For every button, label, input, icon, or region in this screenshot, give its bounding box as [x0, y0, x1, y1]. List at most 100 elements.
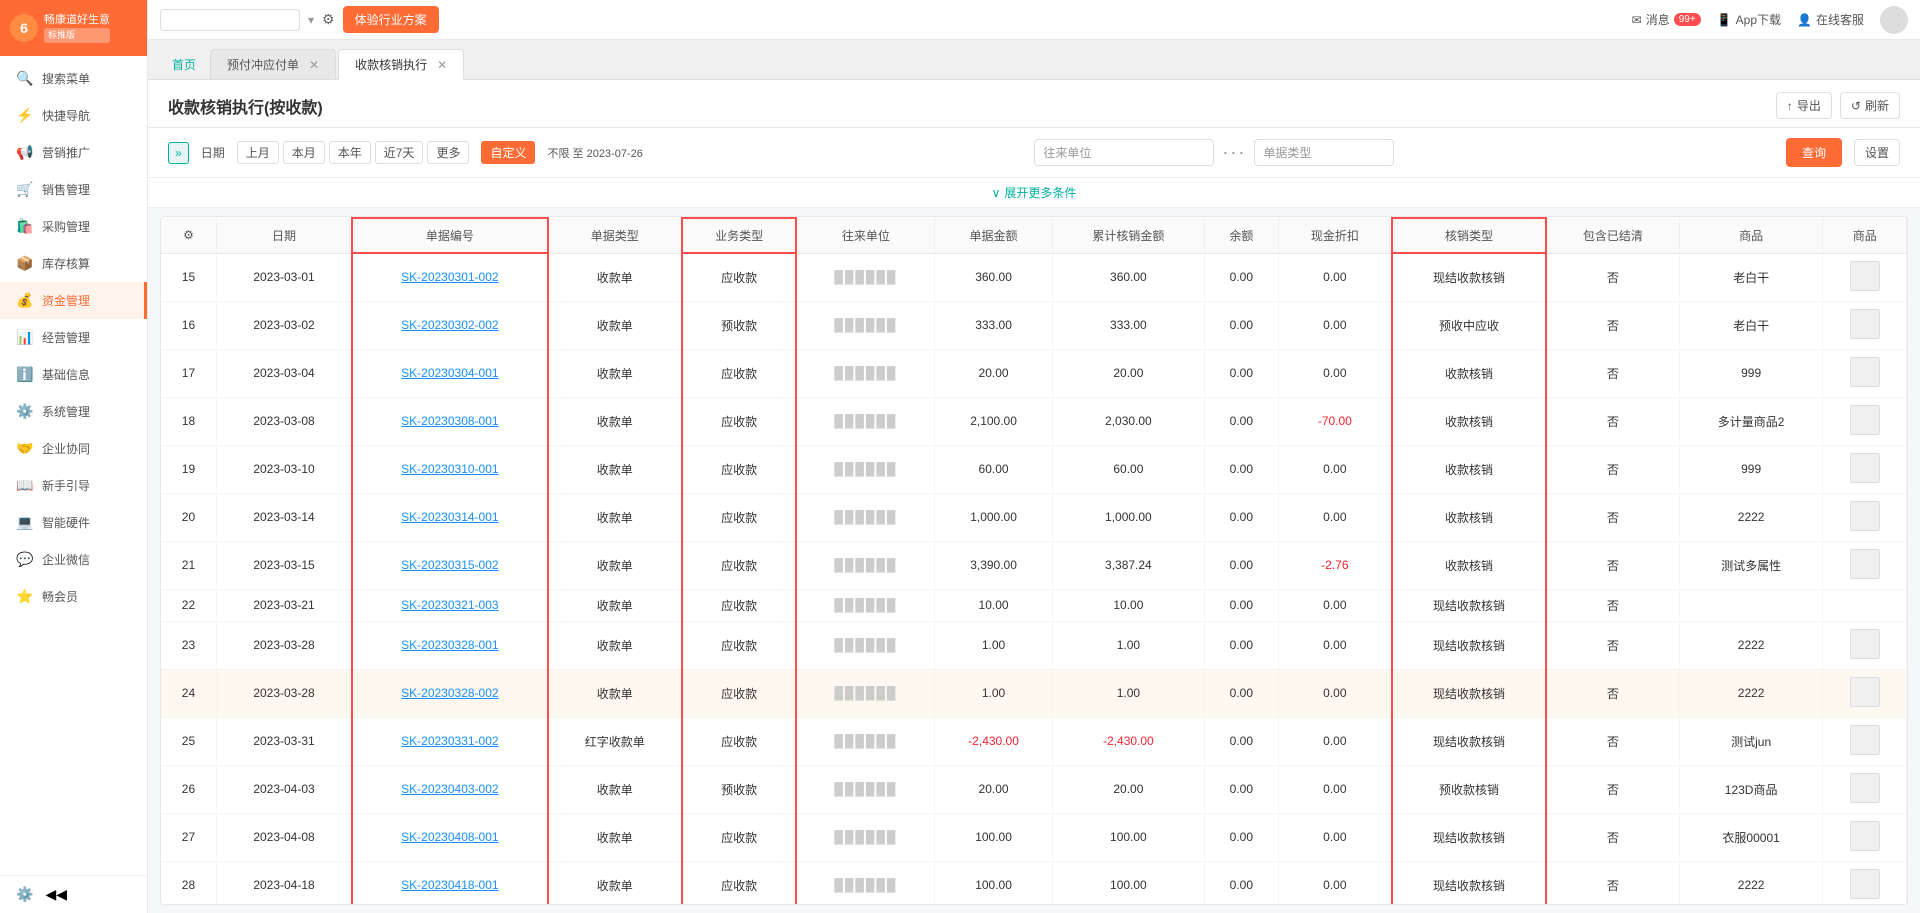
filter-bar: » 日期 上月本月本年近7天更多 自定义 不限 至 2023-07-26 往来单…: [148, 128, 1920, 178]
bill-no-link[interactable]: SK-20230403-002: [401, 782, 498, 796]
row-discount: 0.00: [1278, 349, 1392, 397]
date-buttons: 上月本月本年近7天更多: [237, 141, 470, 164]
bill-no-link[interactable]: SK-20230302-002: [401, 318, 498, 332]
bill-no-link[interactable]: SK-20230328-002: [401, 686, 498, 700]
bill-no-link[interactable]: SK-20230308-001: [401, 414, 498, 428]
sidebar-item-企业微信[interactable]: 💬企业微信: [0, 541, 147, 578]
app-download-group[interactable]: 📱 App下载: [1717, 11, 1781, 28]
bill-no-link[interactable]: SK-20230418-001: [401, 878, 498, 892]
row-bill-no[interactable]: SK-20230314-001: [352, 493, 548, 541]
sidebar-label: 库存核算: [42, 255, 90, 272]
row-product: 老白干: [1679, 301, 1823, 349]
collapse-icon[interactable]: ◀◀: [45, 886, 67, 903]
sidebar-item-搜索菜单[interactable]: 🔍搜索菜单: [0, 60, 147, 97]
row-bill-no[interactable]: SK-20230328-002: [352, 669, 548, 717]
row-bill-no[interactable]: SK-20230328-001: [352, 621, 548, 669]
row-balance: 0.00: [1205, 445, 1279, 493]
row-bill-no[interactable]: SK-20230403-002: [352, 765, 548, 813]
row-bill-no[interactable]: SK-20230408-001: [352, 813, 548, 861]
row-bill-no[interactable]: SK-20230315-002: [352, 541, 548, 589]
tab-2[interactable]: 收款核销执行✕: [338, 49, 464, 80]
bill-no-link[interactable]: SK-20230331-002: [401, 734, 498, 748]
row-bill-no[interactable]: SK-20230301-002: [352, 253, 548, 301]
filter-toggle-button[interactable]: »: [168, 142, 189, 164]
row-bill-no[interactable]: SK-20230308-001: [352, 397, 548, 445]
bill-no-link[interactable]: SK-20230328-001: [401, 638, 498, 652]
sidebar-item-系统管理[interactable]: ⚙️系统管理: [0, 393, 147, 430]
col-header-0: ⚙: [161, 218, 216, 253]
bill-no-link[interactable]: SK-20230314-001: [401, 510, 498, 524]
table-row: 192023-03-10SK-20230310-001收款单应收款██████6…: [161, 445, 1907, 493]
row-verify-type: 预收款核销: [1392, 765, 1546, 813]
sidebar-icon: 💻: [16, 514, 34, 531]
row-date: 2023-03-01: [216, 253, 352, 301]
date-btn-本年[interactable]: 本年: [329, 141, 371, 164]
sidebar-item-资金管理[interactable]: 💰资金管理: [0, 282, 147, 319]
row-unit: ██████: [796, 717, 934, 765]
row-bill-no[interactable]: SK-20230418-001: [352, 861, 548, 905]
row-biz-type: 应收款: [682, 813, 797, 861]
row-bill-no[interactable]: SK-20230302-002: [352, 301, 548, 349]
bill-no-link[interactable]: SK-20230408-001: [401, 830, 498, 844]
refresh-button[interactable]: ↺ 刷新: [1840, 92, 1900, 119]
table-container[interactable]: ⚙日期单据编号单据类型业务类型往来单位单据金额累计核销金额余额现金折扣核销类型包…: [160, 216, 1908, 905]
row-bill-no[interactable]: SK-20230304-001: [352, 349, 548, 397]
sidebar-item-营销推广[interactable]: 📢营销推广: [0, 134, 147, 171]
topbar-gear-icon[interactable]: ⚙: [322, 11, 335, 28]
query-button[interactable]: 查询: [1786, 138, 1842, 167]
bill-no-link[interactable]: SK-20230301-002: [401, 270, 498, 284]
industry-solution-button[interactable]: 体验行业方案: [343, 6, 439, 33]
row-verify-type: 现结收款核销: [1392, 253, 1546, 301]
topbar-dropdown-icon[interactable]: ▾: [308, 13, 314, 27]
row-bill-no[interactable]: SK-20230321-003: [352, 589, 548, 621]
row-bill-no[interactable]: SK-20230310-001: [352, 445, 548, 493]
tab-close-1[interactable]: ✕: [309, 58, 319, 72]
filter-settings-button[interactable]: 设置: [1854, 139, 1900, 166]
bill-no-link[interactable]: SK-20230304-001: [401, 366, 498, 380]
sidebar-bottom[interactable]: ⚙️ ◀◀: [0, 875, 147, 913]
bill-no-link[interactable]: SK-20230310-001: [401, 462, 498, 476]
messages-group[interactable]: ✉ 消息 99+: [1632, 11, 1701, 28]
sidebar-item-销售管理[interactable]: 🛒销售管理: [0, 171, 147, 208]
row-accum: 20.00: [1052, 765, 1204, 813]
topbar-right: ✉ 消息 99+ 📱 App下载 👤 在线客服: [1632, 6, 1908, 34]
date-btn-上月[interactable]: 上月: [237, 141, 279, 164]
tab-0[interactable]: 首页: [160, 50, 208, 79]
custom-date-button[interactable]: 自定义: [481, 141, 535, 164]
user-avatar[interactable]: [1880, 6, 1908, 34]
row-balance: 0.00: [1205, 301, 1279, 349]
online-service-group[interactable]: 👤 在线客服: [1797, 11, 1864, 28]
settings-col-icon[interactable]: ⚙: [183, 228, 194, 242]
sidebar-item-新手引导[interactable]: 📖新手引导: [0, 467, 147, 504]
settings-icon[interactable]: ⚙️: [16, 886, 33, 903]
product-thumb: [1850, 773, 1880, 803]
row-no: 22: [161, 589, 216, 621]
topbar-search-input[interactable]: [160, 9, 300, 31]
sidebar: 6 畅康道好生意 标推版 🔍搜索菜单⚡快捷导航📢营销推广🛒销售管理🛍️采购管理📦…: [0, 0, 148, 913]
row-bill-no[interactable]: SK-20230331-002: [352, 717, 548, 765]
sidebar-item-快捷导航[interactable]: ⚡快捷导航: [0, 97, 147, 134]
expand-more-button[interactable]: ∨ 展开更多条件: [992, 184, 1077, 201]
product-thumb: [1850, 261, 1880, 291]
row-accum: -2,430.00: [1052, 717, 1204, 765]
row-included: 否: [1546, 717, 1679, 765]
sidebar-item-智能硬件[interactable]: 💻智能硬件: [0, 504, 147, 541]
date-btn-更多[interactable]: 更多: [427, 141, 469, 164]
bill-no-link[interactable]: SK-20230321-003: [401, 598, 498, 612]
row-thumb: [1823, 253, 1907, 301]
sidebar-item-采购管理[interactable]: 🛍️采购管理: [0, 208, 147, 245]
bill-no-link[interactable]: SK-20230315-002: [401, 558, 498, 572]
type-filter-input[interactable]: 单据类型: [1254, 139, 1394, 166]
sidebar-item-畅会员[interactable]: ⭐畅会员: [0, 578, 147, 615]
sidebar-item-企业协同[interactable]: 🤝企业协同: [0, 430, 147, 467]
row-discount: 0.00: [1278, 861, 1392, 905]
unit-filter-input[interactable]: 往来单位: [1034, 139, 1214, 166]
tab-close-2[interactable]: ✕: [437, 58, 447, 72]
sidebar-item-经营管理[interactable]: 📊经营管理: [0, 319, 147, 356]
date-btn-本月[interactable]: 本月: [283, 141, 325, 164]
sidebar-item-库存核算[interactable]: 📦库存核算: [0, 245, 147, 282]
sidebar-item-基础信息[interactable]: ℹ️基础信息: [0, 356, 147, 393]
export-button[interactable]: ↑ 导出: [1776, 92, 1832, 119]
tab-1[interactable]: 预付冲应付单✕: [210, 49, 336, 79]
date-btn-近7天[interactable]: 近7天: [375, 141, 424, 164]
